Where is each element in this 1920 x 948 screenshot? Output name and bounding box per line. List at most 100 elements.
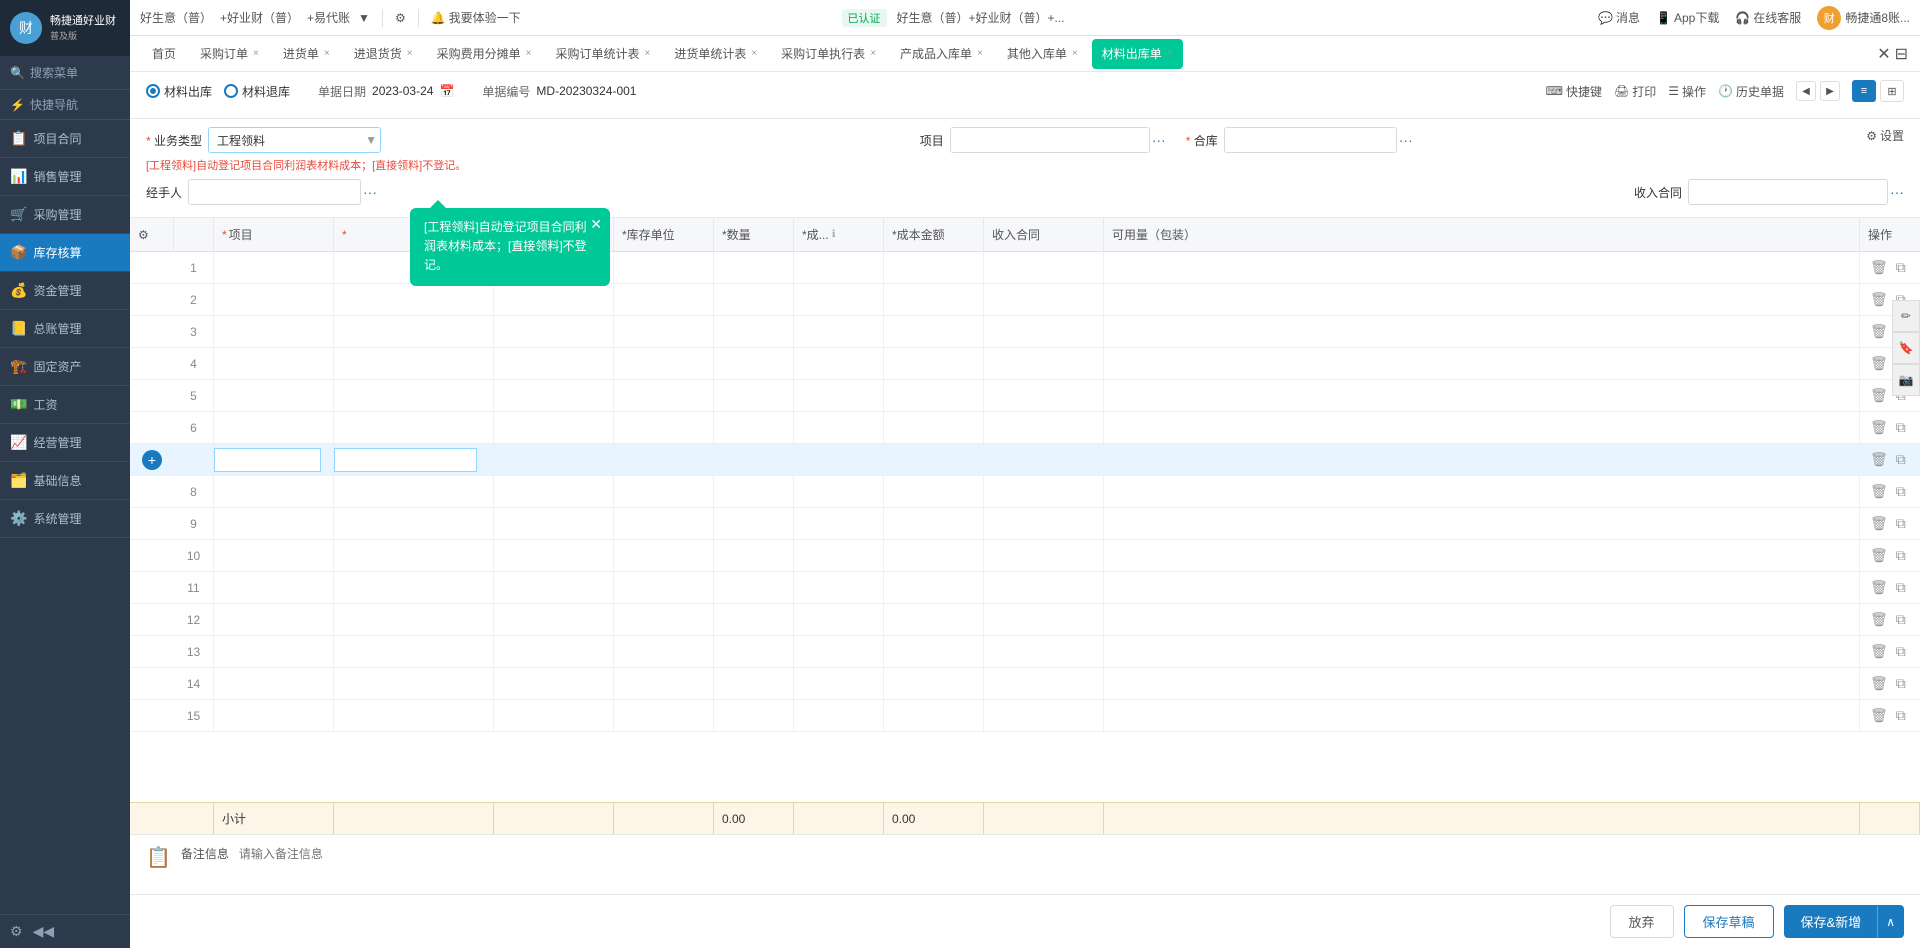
row1-copy-icon[interactable]: ⧉ — [1896, 259, 1906, 276]
close-incoming[interactable]: × — [324, 48, 330, 59]
row7-cost[interactable] — [794, 444, 884, 476]
row12-delete-icon[interactable]: 🗑 — [1870, 611, 1888, 628]
row6-available[interactable] — [1104, 412, 1860, 444]
row4-project[interactable] — [214, 348, 334, 380]
row1-available[interactable] — [1104, 252, 1860, 284]
row3-project[interactable] — [214, 316, 334, 348]
row6-material[interactable] — [334, 412, 494, 444]
tab-incoming-return[interactable]: 进退货货× — [344, 39, 423, 69]
topbar-experience[interactable]: 🔔 我要体验一下 — [431, 9, 521, 26]
prev-record-button[interactable]: ◀ — [1796, 81, 1816, 101]
row4-material[interactable] — [334, 348, 494, 380]
topbar-nav-good-business[interactable]: 好生意（普） — [140, 9, 212, 26]
cost-info-icon[interactable]: ℹ — [832, 229, 836, 240]
row14-delete-icon[interactable]: 🗑 — [1870, 675, 1888, 692]
row6-copy-icon[interactable]: ⧉ — [1896, 419, 1906, 436]
row7-material-input-cell[interactable] — [334, 444, 494, 476]
warehouse-input[interactable] — [1224, 127, 1397, 153]
tab-purchase-order[interactable]: 采购订单× — [190, 39, 269, 69]
row5-cost[interactable] — [794, 380, 884, 412]
row5-cost-amt[interactable] — [884, 380, 984, 412]
row2-delete-icon[interactable]: 🗑 — [1870, 291, 1888, 308]
row9-copy-icon[interactable]: ⧉ — [1896, 515, 1906, 532]
radio-material-out[interactable]: 材料出库 — [146, 83, 212, 100]
row2-material[interactable] — [334, 284, 494, 316]
handler-dots-icon[interactable]: ··· — [363, 184, 377, 200]
row7-material-input[interactable] — [334, 448, 477, 472]
handler-input[interactable] — [188, 179, 361, 205]
row2-available[interactable] — [1104, 284, 1860, 316]
row5-contract[interactable] — [984, 380, 1104, 412]
row13-copy-icon[interactable]: ⧉ — [1896, 643, 1906, 660]
radio-material-return[interactable]: 材料退库 — [224, 83, 290, 100]
tooltip-close-button[interactable]: ✕ — [590, 213, 602, 235]
sidebar-item-ledger[interactable]: 📒 总账管理 — [0, 310, 130, 348]
row8-qty[interactable] — [714, 476, 794, 508]
row7-project-input[interactable] — [214, 448, 321, 472]
calendar-icon[interactable]: 📅 — [439, 84, 454, 98]
row4-qty[interactable] — [714, 348, 794, 380]
row7-project-input-cell[interactable] — [214, 444, 334, 476]
quick-key-button[interactable]: ⌨ 快捷键 — [1546, 83, 1602, 100]
row7-copy-icon[interactable]: ⧉ — [1896, 451, 1906, 468]
row2-spec[interactable] — [494, 284, 614, 316]
row1-cost[interactable] — [794, 252, 884, 284]
discard-button[interactable]: 放弃 — [1610, 905, 1674, 938]
business-type-input[interactable] — [208, 127, 381, 153]
row8-contract[interactable] — [984, 476, 1104, 508]
close-purchase-fee[interactable]: × — [526, 48, 532, 59]
operate-button[interactable]: ☰ 操作 — [1668, 83, 1706, 100]
row3-material[interactable] — [334, 316, 494, 348]
row13-delete-icon[interactable]: 🗑 — [1870, 643, 1888, 660]
row1-project[interactable] — [214, 252, 334, 284]
row8-cost-amt[interactable] — [884, 476, 984, 508]
row9-delete-icon[interactable]: 🗑 — [1870, 515, 1888, 532]
sidebar-item-finance[interactable]: 💰 资金管理 — [0, 272, 130, 310]
row7-qty[interactable] — [714, 444, 794, 476]
row4-contract[interactable] — [984, 348, 1104, 380]
row3-spec[interactable] — [494, 316, 614, 348]
row3-cost-amt[interactable] — [884, 316, 984, 348]
print-button[interactable]: 🖨 打印 — [1614, 83, 1656, 100]
close-purchase-order[interactable]: × — [253, 48, 259, 59]
row6-project[interactable] — [214, 412, 334, 444]
row6-cost-amt[interactable] — [884, 412, 984, 444]
row5-delete-icon[interactable]: 🗑 — [1870, 387, 1888, 404]
income-contract-input[interactable] — [1688, 179, 1888, 205]
row2-cost-amt[interactable] — [884, 284, 984, 316]
row7-cost-amt[interactable] — [884, 444, 984, 476]
tab-incoming-stats[interactable]: 进货单统计表× — [664, 39, 767, 69]
sidebar-item-payroll[interactable]: 💵 工资 — [0, 386, 130, 424]
topbar-nav-more[interactable]: ▼ — [358, 11, 370, 25]
sidebar-item-sales[interactable]: 📊 销售管理 — [0, 158, 130, 196]
row14-copy-icon[interactable]: ⧉ — [1896, 675, 1906, 692]
row3-contract[interactable] — [984, 316, 1104, 348]
save-new-arrow-button[interactable]: ∧ — [1877, 905, 1904, 938]
row11-copy-icon[interactable]: ⧉ — [1896, 579, 1906, 596]
row2-contract[interactable] — [984, 284, 1104, 316]
right-icon-edit[interactable]: ✏ — [1892, 300, 1920, 332]
tab-product-in[interactable]: 产成品入库单× — [890, 39, 993, 69]
project-input[interactable] — [950, 127, 1150, 153]
close-material-out[interactable]: × — [1167, 48, 1173, 59]
row2-warehouse[interactable] — [614, 284, 714, 316]
row11-delete-icon[interactable]: 🗑 — [1870, 579, 1888, 596]
sidebar-item-purchase[interactable]: 🛒 采购管理 — [0, 196, 130, 234]
row3-cost[interactable] — [794, 316, 884, 348]
close-purchase-stats[interactable]: × — [644, 48, 650, 59]
tab-purchase-stats[interactable]: 采购订单统计表× — [545, 39, 660, 69]
row3-available[interactable] — [1104, 316, 1860, 348]
row5-project[interactable] — [214, 380, 334, 412]
row4-cost-amt[interactable] — [884, 348, 984, 380]
add-row-button[interactable]: + — [142, 450, 162, 470]
save-new-button[interactable]: 保存&新增 — [1784, 905, 1878, 938]
close-incoming-stats[interactable]: × — [751, 48, 757, 59]
row8-project[interactable] — [214, 476, 334, 508]
settings-button[interactable]: ⚙ 设置 — [1866, 127, 1904, 144]
row3-qty[interactable] — [714, 316, 794, 348]
row4-available[interactable] — [1104, 348, 1860, 380]
project-dots-icon[interactable]: ··· — [1152, 132, 1166, 148]
sidebar-item-inventory[interactable]: 📦 库存核算 — [0, 234, 130, 272]
row4-warehouse[interactable] — [614, 348, 714, 380]
row1-cost-amt[interactable] — [884, 252, 984, 284]
